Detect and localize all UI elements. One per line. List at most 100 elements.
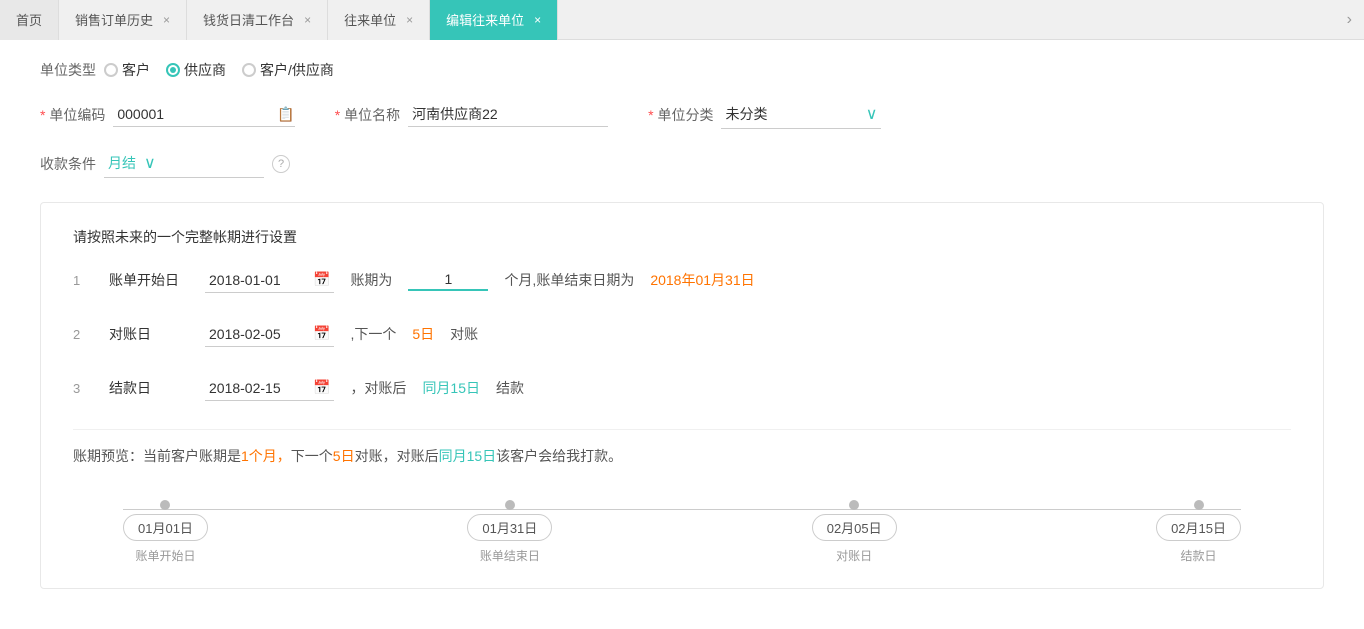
preview-text1: 下一个 — [291, 448, 333, 464]
settings-row-1: 1 账单开始日 📅 账期为 个月,账单结束日期为 2018年01月31日 — [73, 267, 1291, 293]
tab-sales-history[interactable]: 销售订单历史 × — [59, 0, 187, 40]
copy-icon[interactable]: 📋 — [277, 106, 294, 123]
radio-supplier-label: 供应商 — [184, 60, 226, 80]
row2-highlight: 5日 — [412, 324, 434, 344]
settings-card: 请按照未来的一个完整帐期进行设置 1 账单开始日 📅 账期为 个月,账单结束日期… — [40, 202, 1324, 589]
payment-condition-label: 收款条件 — [40, 154, 96, 174]
settle-date-input-wrap: 📅 — [205, 375, 334, 401]
tab-sales-history-label: 销售订单历史 — [75, 10, 153, 29]
row-num-2: 2 — [73, 327, 93, 342]
tab-edit-partner[interactable]: 编辑往来单位 × — [430, 0, 558, 40]
radio-both-label: 客户/供应商 — [260, 60, 334, 80]
row3-highlight: 同月15日 — [422, 378, 480, 398]
tab-sales-history-close[interactable]: × — [163, 13, 170, 27]
calendar-icon-3[interactable]: 📅 — [313, 379, 330, 396]
preview-text: 账期预览：当前客户账期是1个月，下一个5日对账，对账后同月15日该客户会给我打款… — [73, 446, 1291, 466]
unit-code-input[interactable] — [113, 102, 273, 126]
unit-name-label: 单位名称 — [335, 105, 400, 125]
timeline-label-1: 账单开始日 — [135, 547, 195, 564]
payment-condition-select[interactable]: 月结 ∨ — [104, 149, 264, 178]
timeline-dot-3 — [849, 500, 859, 510]
unit-details-row: 单位编码 📋 单位名称 单位分类 未分类 ∨ — [40, 100, 1324, 129]
timeline-pill-2: 01月31日 — [467, 514, 552, 541]
row2-prefix: ,下一个 — [350, 324, 396, 344]
unit-category-field: 单位分类 未分类 ∨ — [648, 100, 881, 129]
tab-cashier-close[interactable]: × — [304, 13, 311, 27]
timeline-label-4: 结款日 — [1181, 547, 1217, 564]
preview-suffix: 该客户会给我打款。 — [496, 448, 622, 464]
row3-suffix: 结款 — [496, 378, 524, 398]
timeline-label-2: 账单结束日 — [480, 547, 540, 564]
tab-cashier-label: 钱货日清工作台 — [203, 10, 294, 29]
start-date-input[interactable] — [209, 272, 309, 288]
settle-date-input[interactable] — [209, 380, 309, 396]
chevron-down-icon: ∨ — [866, 104, 878, 124]
tab-home-label: 首页 — [16, 10, 42, 29]
unit-code-label: 单位编码 — [40, 105, 105, 125]
row-num-3: 3 — [73, 381, 93, 396]
timeline-dot-1 — [160, 500, 170, 510]
tab-partner-label: 往来单位 — [344, 10, 396, 29]
preview-section: 账期预览：当前客户账期是1个月，下一个5日对账，对账后同月15日该客户会给我打款… — [73, 429, 1291, 564]
tab-home[interactable]: 首页 — [0, 0, 59, 40]
timeline-label-3: 对账日 — [836, 547, 872, 564]
preview-highlight3: 同月15日 — [439, 448, 497, 464]
payment-chevron-icon: ∨ — [144, 153, 156, 173]
tab-more-button[interactable]: › — [1335, 0, 1364, 40]
tab-partner-close[interactable]: × — [406, 13, 413, 27]
timeline-container: 01月01日 账单开始日 01月31日 账单结束日 02月05日 对账日 — [73, 490, 1291, 564]
unit-code-field: 单位编码 📋 — [40, 102, 295, 127]
radio-supplier[interactable]: 供应商 — [166, 60, 226, 80]
calendar-icon-1[interactable]: 📅 — [313, 271, 330, 288]
timeline-pill-1: 01月01日 — [123, 514, 208, 541]
timeline-node-3: 02月05日 对账日 — [812, 500, 897, 564]
unit-category-select[interactable]: 未分类 ∨ — [721, 100, 881, 129]
reconcile-date-input[interactable] — [209, 326, 309, 342]
help-icon[interactable]: ? — [272, 155, 290, 173]
row-num-1: 1 — [73, 273, 93, 288]
radio-customer-circle — [104, 63, 118, 77]
reconcile-date-input-wrap: 📅 — [205, 321, 334, 347]
page-content: 单位类型 客户 供应商 客户/供应商 单位编码 — [0, 40, 1364, 629]
row-label-3: 结款日 — [109, 378, 189, 398]
calendar-icon-2[interactable]: 📅 — [313, 325, 330, 342]
radio-supplier-circle — [166, 63, 180, 77]
timeline-pill-4: 02月15日 — [1156, 514, 1241, 541]
unit-type-row: 单位类型 客户 供应商 客户/供应商 — [40, 60, 1324, 80]
unit-type-label: 单位类型 — [40, 60, 96, 80]
settings-row-2: 2 对账日 📅 ,下一个 5日 对账 — [73, 321, 1291, 347]
unit-category-label: 单位分类 — [648, 105, 713, 125]
preview-highlight1: 1个月， — [241, 448, 291, 464]
radio-customer-label: 客户 — [122, 60, 150, 80]
preview-highlight2: 5日 — [333, 448, 355, 464]
radio-customer[interactable]: 客户 — [104, 60, 150, 80]
row1-highlight-date: 2018年01月31日 — [650, 270, 754, 290]
unit-name-input[interactable] — [408, 102, 608, 127]
timeline-node-4: 02月15日 结款日 — [1156, 500, 1241, 564]
tab-edit-partner-close[interactable]: × — [534, 13, 541, 27]
unit-type-radio-group: 客户 供应商 客户/供应商 — [104, 60, 334, 80]
unit-name-field: 单位名称 — [335, 102, 608, 127]
radio-both[interactable]: 客户/供应商 — [242, 60, 334, 80]
timeline-node-2: 01月31日 账单结束日 — [467, 500, 552, 564]
unit-category-value: 未分类 — [725, 104, 857, 124]
timeline-dot-2 — [505, 500, 515, 510]
tab-cashier[interactable]: 钱货日清工作台 × — [187, 0, 328, 40]
radio-both-circle — [242, 63, 256, 77]
unit-type-field: 单位类型 客户 供应商 客户/供应商 — [40, 60, 334, 80]
tab-edit-partner-label: 编辑往来单位 — [446, 10, 524, 29]
row1-suffix2: 个月,账单结束日期为 — [504, 270, 634, 290]
timeline-pill-3: 02月05日 — [812, 514, 897, 541]
row-label-2: 对账日 — [109, 324, 189, 344]
payment-condition-value: 月结 — [108, 153, 136, 173]
unit-code-input-wrap: 📋 — [113, 102, 294, 127]
row3-prefix: ，对账后 — [350, 378, 406, 398]
tab-bar: 首页 销售订单历史 × 钱货日清工作台 × 往来单位 × 编辑往来单位 × › — [0, 0, 1364, 40]
preview-prefix: 账期预览：当前客户账期是 — [73, 448, 241, 464]
start-date-input-wrap: 📅 — [205, 267, 334, 293]
row1-suffix1: 账期为 — [350, 270, 392, 290]
payment-condition-row: 收款条件 月结 ∨ ? — [40, 149, 1324, 178]
tab-partner[interactable]: 往来单位 × — [328, 0, 430, 40]
period-input[interactable] — [408, 269, 488, 291]
timeline-nodes: 01月01日 账单开始日 01月31日 账单结束日 02月05日 对账日 — [123, 500, 1241, 564]
